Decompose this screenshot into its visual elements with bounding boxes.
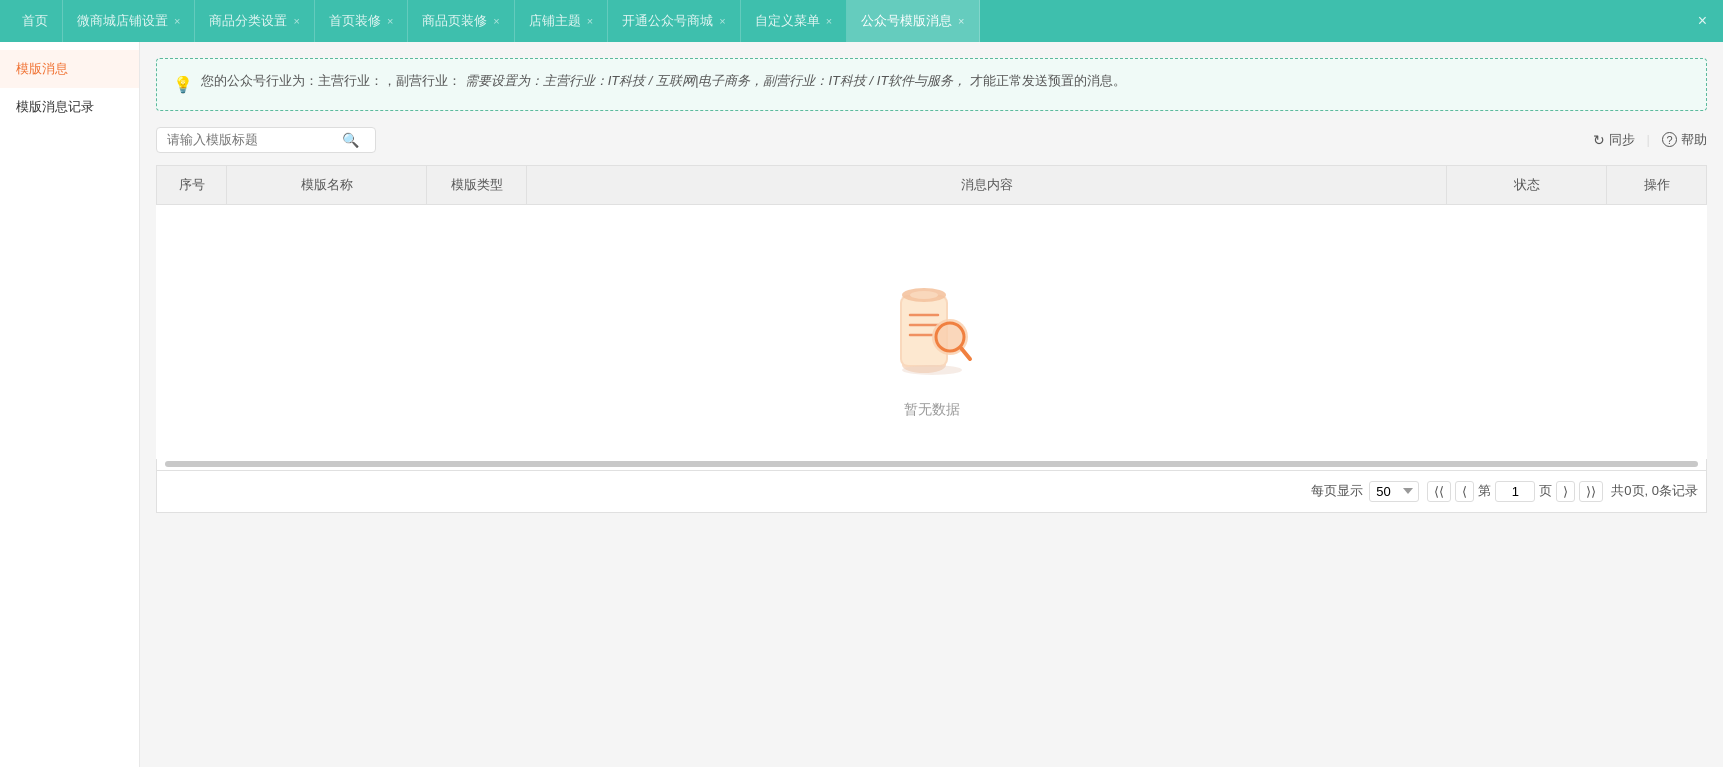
sidebar: 模版消息 模版消息记录: [0, 42, 140, 767]
scrollbar-track[interactable]: [165, 461, 1698, 467]
tab-wshop[interactable]: 微商城店铺设置 ×: [63, 0, 195, 42]
help-icon: ?: [1662, 132, 1677, 147]
toolbar: 🔍 ↻ 同步 | ? 帮助: [156, 127, 1707, 153]
tab-open-mall[interactable]: 开通公众号商城 ×: [608, 0, 740, 42]
empty-text: 暂无数据: [904, 401, 960, 419]
first-page-button[interactable]: ⟨⟨: [1427, 481, 1451, 502]
svg-point-11: [902, 365, 962, 375]
data-table: 序号 模版名称 模版类型 消息内容 状态 操作: [156, 165, 1707, 459]
toolbar-right: ↻ 同步 | ? 帮助: [1593, 131, 1707, 149]
help-button[interactable]: ? 帮助: [1662, 131, 1707, 149]
tab-shop-theme-label: 店铺主题: [529, 12, 581, 30]
th-action: 操作: [1607, 165, 1707, 204]
notice-highlight: 需要设置为：主营行业：IT科技 / 互联网|电子商务，副营行业：IT科技 / I…: [465, 73, 967, 88]
toolbar-divider: |: [1647, 132, 1650, 147]
topbar: 首页 微商城店铺设置 × 商品分类设置 × 首页装修 × 商品页装修 × 店铺主…: [0, 0, 1723, 42]
total-info: 共0页, 0条记录: [1611, 482, 1698, 500]
page-size-dropdown[interactable]: 50 10 20 100: [1369, 481, 1419, 502]
page-size-label: 每页显示: [1311, 482, 1363, 500]
notice-banner: 💡 您的公众号行业为：主营行业：，副营行业： 需要设置为：主营行业：IT科技 /…: [156, 58, 1707, 111]
tab-product-cat[interactable]: 商品分类设置 ×: [195, 0, 314, 42]
tab-wshop-label: 微商城店铺设置: [77, 12, 168, 30]
notice-icon: 💡: [173, 72, 193, 98]
sync-icon: ↻: [1593, 132, 1605, 148]
tab-shop-theme[interactable]: 店铺主题 ×: [515, 0, 608, 42]
tab-home-deco-label: 首页装修: [329, 12, 381, 30]
tab-product-deco[interactable]: 商品页装修 ×: [408, 0, 514, 42]
page-nav: ⟨⟨ ⟨ 第 页 ⟩ ⟩⟩: [1427, 481, 1603, 502]
svg-point-10: [910, 291, 938, 299]
notice-text-suffix: 才能正常发送预置的消息。: [970, 73, 1126, 88]
close-open-mall-icon[interactable]: ×: [719, 15, 725, 27]
close-shop-theme-icon[interactable]: ×: [587, 15, 593, 27]
tab-open-mall-label: 开通公众号商城: [622, 12, 713, 30]
tab-template-msg-label: 公众号模版消息: [861, 12, 952, 30]
close-all-tabs-button[interactable]: ×: [1690, 12, 1715, 30]
empty-illustration: [872, 265, 992, 385]
tab-home-label: 首页: [22, 12, 48, 30]
page-number-input[interactable]: [1495, 481, 1535, 502]
tab-product-deco-label: 商品页装修: [422, 12, 487, 30]
close-product-cat-icon[interactable]: ×: [293, 15, 299, 27]
svg-line-8: [961, 348, 970, 359]
sidebar-item-template-msg-record[interactable]: 模版消息记录: [0, 88, 139, 126]
close-custom-menu-icon[interactable]: ×: [826, 15, 832, 27]
help-label: 帮助: [1681, 131, 1707, 149]
page-label: 第: [1478, 482, 1491, 500]
notice-text: 您的公众号行业为：主营行业：，副营行业： 需要设置为：主营行业：IT科技 / 互…: [201, 71, 1126, 92]
tab-home[interactable]: 首页: [8, 0, 63, 42]
close-wshop-icon[interactable]: ×: [174, 15, 180, 27]
tab-custom-menu-label: 自定义菜单: [755, 12, 820, 30]
sync-button[interactable]: ↻ 同步: [1593, 131, 1635, 149]
tab-home-deco[interactable]: 首页装修 ×: [315, 0, 408, 42]
page-size-select: 每页显示 50 10 20 100: [1311, 481, 1419, 502]
tab-product-cat-label: 商品分类设置: [209, 12, 287, 30]
table-header-row: 序号 模版名称 模版类型 消息内容 状态 操作: [157, 165, 1707, 204]
next-page-button[interactable]: ⟩: [1556, 481, 1575, 502]
close-product-deco-icon[interactable]: ×: [493, 15, 499, 27]
tab-custom-menu[interactable]: 自定义菜单 ×: [741, 0, 847, 42]
pagination: 每页显示 50 10 20 100 ⟨⟨ ⟨ 第 页 ⟩ ⟩⟩ 共0页, 0条记…: [156, 471, 1707, 513]
search-icon[interactable]: 🔍: [342, 132, 359, 148]
tab-template-msg[interactable]: 公众号模版消息 ×: [847, 0, 979, 42]
notice-text-prefix: 您的公众号行业为：主营行业：，副营行业：: [201, 73, 461, 88]
th-type: 模版类型: [427, 165, 527, 204]
main-layout: 模版消息 模版消息记录 💡 您的公众号行业为：主营行业：，副营行业： 需要设置为…: [0, 42, 1723, 767]
scrollbar-area: [156, 459, 1707, 471]
th-name: 模版名称: [227, 165, 427, 204]
close-template-msg-icon[interactable]: ×: [958, 15, 964, 27]
empty-state: 暂无数据: [157, 205, 1707, 459]
last-page-button[interactable]: ⟩⟩: [1579, 481, 1603, 502]
content-area: 💡 您的公众号行业为：主营行业：，副营行业： 需要设置为：主营行业：IT科技 /…: [140, 42, 1723, 767]
sidebar-item-template-msg[interactable]: 模版消息: [0, 50, 139, 88]
close-home-deco-icon[interactable]: ×: [387, 15, 393, 27]
prev-page-button[interactable]: ⟨: [1455, 481, 1474, 502]
th-content: 消息内容: [527, 165, 1447, 204]
sync-label: 同步: [1609, 131, 1635, 149]
page-suffix: 页: [1539, 482, 1552, 500]
th-status: 状态: [1447, 165, 1607, 204]
sidebar-item-template-msg-record-label: 模版消息记录: [16, 99, 94, 114]
th-seq: 序号: [157, 165, 227, 204]
search-input[interactable]: [167, 132, 342, 147]
search-box: 🔍: [156, 127, 376, 153]
sidebar-item-template-msg-label: 模版消息: [16, 61, 68, 76]
